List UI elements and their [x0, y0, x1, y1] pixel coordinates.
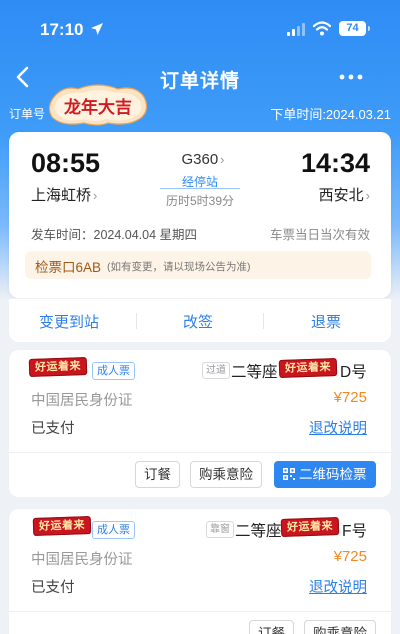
order-actions-bar: 变更到站 改签 退票: [9, 298, 391, 342]
change-station-button[interactable]: 变更到站: [39, 311, 99, 332]
order-info-row: 订单号 龙年大吉 下单时间:2024.03.21: [0, 84, 400, 126]
divider: [263, 313, 264, 329]
departure-date: 发车时间：2024.04.04 星期四: [31, 228, 198, 242]
refund-policy-link[interactable]: 退改说明: [309, 576, 367, 597]
passenger-actions: 订餐 购乘意险: [9, 612, 391, 634]
buy-insurance-button[interactable]: 购乘意险: [190, 461, 262, 488]
ticket-type-tag: 成人票: [92, 521, 135, 539]
cellular-signal-icon: [287, 23, 305, 36]
status-bar: 17:10 74: [0, 0, 400, 56]
refund-button[interactable]: 退票: [311, 311, 341, 332]
chevron-right-icon: ›: [220, 152, 225, 167]
train-number-text: G360: [181, 151, 219, 168]
ticket-gate-note: (如有变更，请以现场公告为准): [107, 261, 251, 273]
trip-info-card: 08:55 14:34 上海虹桥 › 西安北 › G360 › 经停站 历时5时39分…: [9, 132, 391, 298]
qr-code-icon: [283, 468, 295, 480]
svg-text:龙年大吉: 龙年大吉: [63, 97, 132, 118]
passenger-name-sticker: 好运着来: [28, 356, 88, 378]
refund-policy-link[interactable]: 退改说明: [309, 417, 367, 438]
ticket-price: ¥725: [333, 389, 367, 406]
passenger-actions: 订餐 购乘意险 二维码检票: [9, 453, 391, 497]
payment-status: 已支付: [31, 580, 75, 596]
passenger-card: 好运着来 成人票 过道 二等座 好运着来 D号 中国居民身份证 ¥725 已支付…: [9, 350, 391, 497]
seat-number: D号: [340, 364, 367, 381]
passenger-ticket-info: 好运着来 成人票 靠窗 二等座 好运着来 F号 中国居民身份证 ¥725 已支付…: [9, 509, 391, 612]
order-meal-button[interactable]: 订餐: [135, 461, 180, 488]
ticket-gate-bar: 检票口6AB (如有变更，请以现场公告为准): [25, 251, 371, 279]
location-arrow-icon: [91, 23, 103, 35]
seat-car-sticker: 好运着来: [280, 516, 340, 538]
order-created-time: 下单时间:2024.03.21: [270, 107, 391, 122]
train-route-divider: [160, 188, 240, 189]
battery-icon: 74: [339, 21, 370, 36]
seat-car-sticker: 好运着来: [278, 357, 338, 379]
divider: [136, 313, 137, 329]
status-time: 17:10: [40, 20, 84, 39]
trip-duration: 历时5时39分: [165, 194, 235, 208]
order-number-label: 订单号: [9, 107, 46, 121]
dragon-year-badge-icon: 龙年大吉: [48, 84, 148, 126]
ticket-validity: 车票当日当次有效: [269, 228, 370, 242]
qr-button-label: 二维码检票: [299, 467, 367, 482]
qr-code-check-in-button[interactable]: 二维码检票: [274, 461, 376, 488]
passenger-card: 好运着来 成人票 靠窗 二等座 好运着来 F号 中国居民身份证 ¥725 已支付…: [9, 509, 391, 634]
seat-number: F号: [342, 523, 367, 540]
payment-status: 已支付: [31, 421, 75, 437]
seat-position-tag: 靠窗: [206, 521, 234, 538]
id-type: 中国居民身份证: [31, 552, 133, 568]
train-number[interactable]: G360 ›: [9, 151, 391, 168]
buy-insurance-button[interactable]: 购乘意险: [304, 620, 376, 634]
id-type: 中国居民身份证: [31, 393, 133, 409]
more-options-icon[interactable]: [338, 68, 364, 86]
seat-class: 二等座: [235, 523, 282, 540]
passenger-name-sticker: 好运着来: [32, 515, 92, 537]
wifi-icon: [313, 21, 331, 36]
ticket-gate: 检票口6AB: [35, 260, 102, 275]
passenger-ticket-info: 好运着来 成人票 过道 二等座 好运着来 D号 中国居民身份证 ¥725 已支付…: [9, 350, 391, 453]
ticket-price: ¥725: [333, 548, 367, 565]
ticket-type-tag: 成人票: [92, 362, 135, 380]
order-meal-button[interactable]: 订餐: [249, 620, 294, 634]
seat-position-tag: 过道: [202, 362, 230, 379]
reschedule-button[interactable]: 改签: [183, 311, 213, 332]
seat-class: 二等座: [231, 364, 278, 381]
